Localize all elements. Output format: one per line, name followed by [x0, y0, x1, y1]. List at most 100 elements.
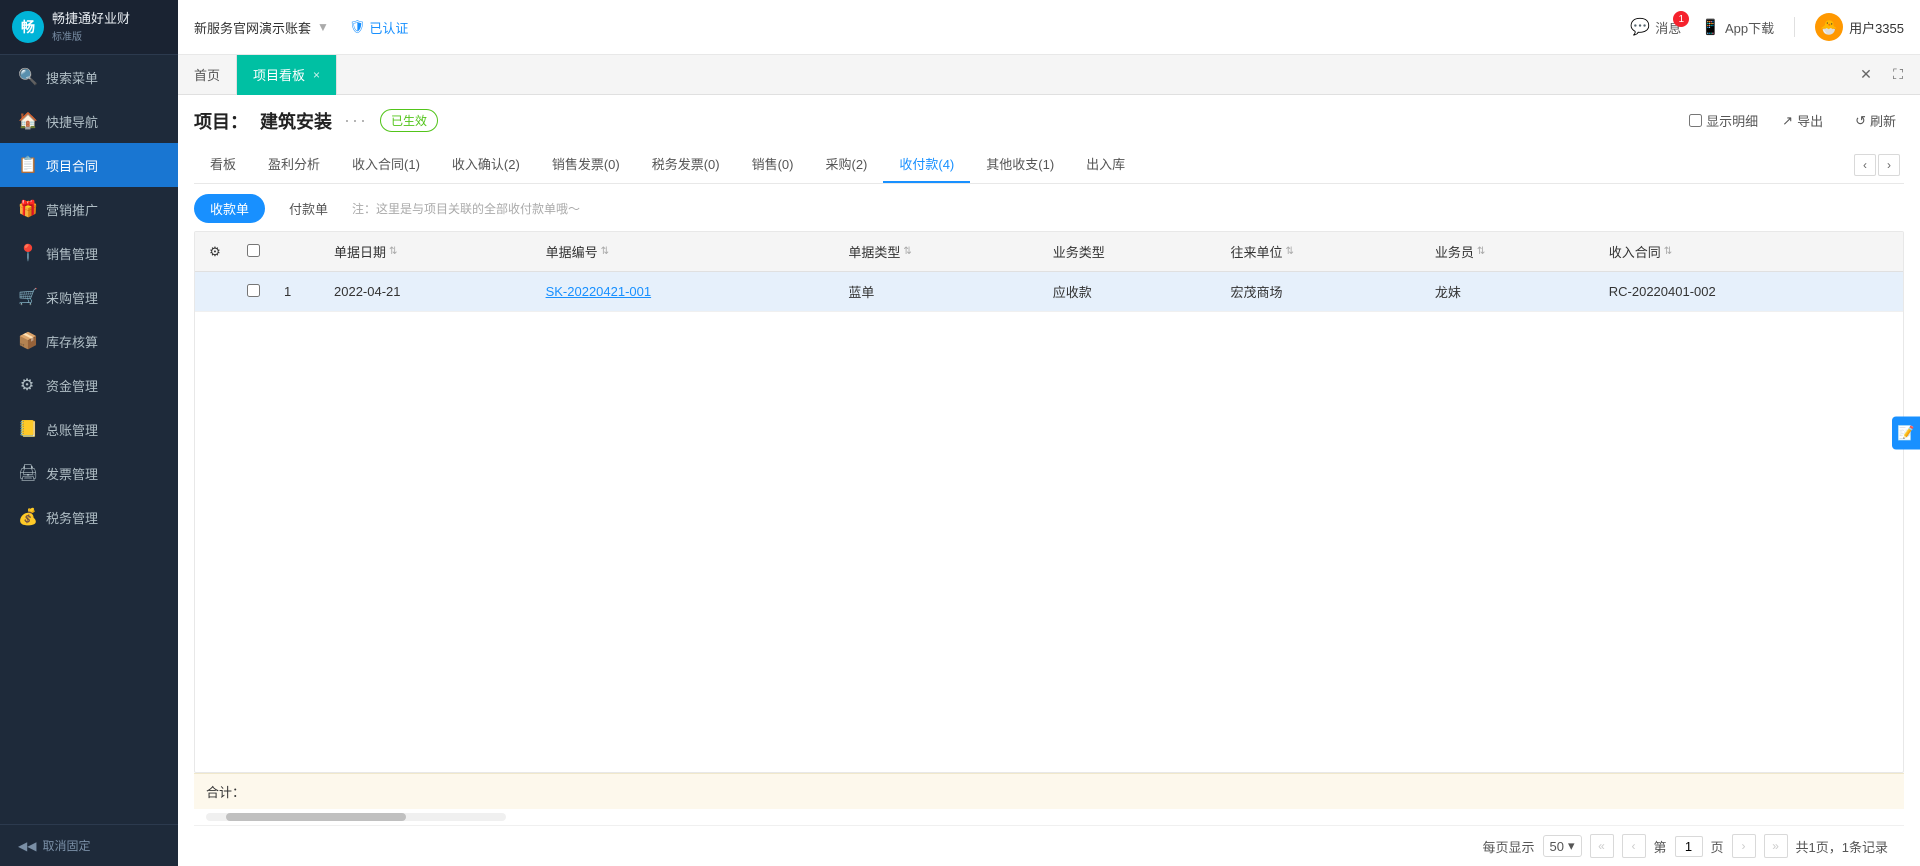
- sidebar: 畅 畅捷通好业财 标准版 🔍 搜索菜单 🏠 快捷导航 📋 项目合同 🎁 营销推广…: [0, 0, 178, 866]
- topbar-app-download[interactable]: 📱 App下载: [1701, 18, 1774, 37]
- table-row[interactable]: 1 2022-04-21 SK-20220421-001 蓝单: [195, 272, 1903, 312]
- sidebar-item-ledger[interactable]: 📒 总账管理: [0, 407, 178, 451]
- data-table-wrapper: ⚙ 单据日期 ⇅: [194, 231, 1904, 773]
- next-page-button[interactable]: ›: [1732, 834, 1756, 858]
- sidebar-scroll: 🔍 搜索菜单 🏠 快捷导航 📋 项目合同 🎁 营销推广 📍 销售管理 🛒 采购管…: [0, 55, 178, 824]
- topbar-messages[interactable]: 💬 消息 1: [1630, 17, 1681, 37]
- topbar-cert: 🛡 已认证: [349, 18, 409, 37]
- project-more-icon[interactable]: ···: [344, 110, 368, 131]
- inner-tab-collection[interactable]: 收款单: [194, 194, 265, 223]
- settings-col-header[interactable]: ⚙: [195, 232, 235, 272]
- partner-sort-icon: ⇅: [1285, 246, 1293, 257]
- content-area: 首页 项目看板 × ✕ ⛶ 项目： 建筑安装 ··· 已生效: [178, 55, 1920, 866]
- tab-close-icon[interactable]: ×: [313, 68, 320, 82]
- cert-label: 已认证: [369, 18, 408, 37]
- first-page-button[interactable]: «: [1590, 834, 1614, 858]
- sidebar-item-marketing[interactable]: 🎁 营销推广: [0, 187, 178, 231]
- type-sort-icon: ⇅: [903, 246, 911, 257]
- per-page-select[interactable]: 50 ▾: [1543, 835, 1582, 857]
- total-records-label: 共1页，1条记录: [1796, 837, 1888, 856]
- sidebar-item-invoice[interactable]: 🖨 发票管理: [0, 451, 178, 495]
- biz-type-col-header: 业务类型: [1041, 232, 1219, 272]
- page-end-label: 页: [1711, 837, 1724, 856]
- sub-tabs: 看板 盈利分析 收入合同(1) 收入确认(2) 销售发票(0) 税务发票(0): [194, 146, 1904, 184]
- select-all-checkbox[interactable]: [247, 244, 260, 257]
- partner-col-header[interactable]: 往来单位 ⇅: [1218, 232, 1422, 272]
- tabs-bar: 首页 项目看板 × ✕ ⛶: [178, 55, 1920, 95]
- sub-tab-income-confirm[interactable]: 收入确认(2): [436, 146, 536, 183]
- date-col-header[interactable]: 单据日期 ⇅: [322, 232, 534, 272]
- sub-tab-kanban[interactable]: 看板: [194, 146, 252, 183]
- income-contract-sort-icon: ⇅: [1664, 246, 1672, 257]
- row-income-contract-cell: RC-20220401-002: [1597, 272, 1903, 312]
- last-page-button[interactable]: »: [1764, 834, 1788, 858]
- project-header: 项目： 建筑安装 ··· 已生效 显示明细 ↗ 导出 ↺ 刷新: [194, 107, 1904, 134]
- row-code-link[interactable]: SK-20220421-001: [546, 284, 652, 299]
- topbar-user[interactable]: 🐣 用户3355: [1815, 13, 1904, 41]
- search-icon: 🔍: [18, 67, 36, 87]
- page-input[interactable]: [1675, 836, 1703, 857]
- row-biz-type-cell: 应收款: [1041, 272, 1219, 312]
- sub-tab-sales-invoice[interactable]: 销售发票(0): [536, 146, 636, 183]
- row-settings-cell: [195, 272, 235, 312]
- sidebar-item-sales[interactable]: 📍 销售管理: [0, 231, 178, 275]
- maximize-window-button[interactable]: ⛶: [1884, 61, 1912, 89]
- topbar-right: 💬 消息 1 📱 App下载 🐣 用户3355: [1630, 13, 1904, 41]
- show-detail-checkbox[interactable]: 显示明细: [1689, 111, 1758, 130]
- refresh-button[interactable]: ↺ 刷新: [1847, 107, 1904, 134]
- tab-project-board[interactable]: 项目看板 ×: [237, 55, 337, 95]
- home-icon: 🏠: [18, 111, 36, 131]
- sidebar-item-capital[interactable]: ⚙ 资金管理: [0, 363, 178, 407]
- sub-tab-warehouse[interactable]: 出入库: [1070, 146, 1141, 183]
- sub-tabs-prev-arrow[interactable]: ‹: [1854, 154, 1876, 176]
- sidebar-item-search[interactable]: 🔍 搜索菜单: [0, 55, 178, 99]
- row-type-cell: 蓝单: [836, 272, 1040, 312]
- income-contract-col-header[interactable]: 收入合同 ⇅: [1597, 232, 1903, 272]
- row-checkbox[interactable]: [247, 284, 260, 297]
- sub-tabs-next-arrow[interactable]: ›: [1878, 154, 1900, 176]
- pin-icon: 📍: [18, 243, 36, 263]
- sidebar-unpin[interactable]: ◀◀ 取消固定: [0, 824, 178, 866]
- sidebar-item-quicknav[interactable]: 🏠 快捷导航: [0, 99, 178, 143]
- salesman-col-header[interactable]: 业务员 ⇅: [1423, 232, 1597, 272]
- table-scrollbar-row: [194, 809, 1904, 825]
- gear-icon: ⚙: [18, 375, 36, 395]
- sub-tab-tax-invoice[interactable]: 税务发票(0): [636, 146, 736, 183]
- refresh-label: 刷新: [1870, 111, 1896, 130]
- row-checkbox-cell: [235, 272, 272, 312]
- sidebar-item-contract[interactable]: 📋 项目合同: [0, 143, 178, 187]
- show-detail-label: 显示明细: [1706, 111, 1758, 130]
- sub-tab-sales[interactable]: 销售(0): [736, 146, 810, 183]
- right-side-panel-button[interactable]: 📝: [1892, 417, 1920, 450]
- sub-tab-collection[interactable]: 收付款(4): [883, 146, 970, 183]
- app-download-label: App下载: [1725, 18, 1774, 37]
- unpin-label: 取消固定: [42, 837, 90, 854]
- scrollbar-thumb[interactable]: [226, 813, 406, 821]
- sub-tab-other-income[interactable]: 其他收支(1): [970, 146, 1070, 183]
- money-icon: 💰: [18, 507, 36, 527]
- sub-tab-purchase[interactable]: 采购(2): [809, 146, 883, 183]
- sub-tab-income-contract[interactable]: 收入合同(1): [336, 146, 436, 183]
- inner-tab-payment[interactable]: 付款单: [273, 194, 344, 223]
- type-col-header[interactable]: 单据类型 ⇅: [836, 232, 1040, 272]
- close-window-button[interactable]: ✕: [1852, 61, 1880, 89]
- sub-tabs-arrows: ‹ ›: [1854, 154, 1904, 176]
- prev-page-button[interactable]: ‹: [1622, 834, 1646, 858]
- tab-home[interactable]: 首页: [178, 55, 237, 95]
- code-col-header[interactable]: 单据编号 ⇅: [534, 232, 837, 272]
- sidebar-logo: 畅 畅捷通好业财 标准版: [0, 0, 178, 55]
- topbar-project[interactable]: 新服务官网演示账套 ▼: [194, 18, 329, 37]
- project-label-text: 项目：: [194, 108, 248, 134]
- sidebar-item-tax[interactable]: 💰 税务管理: [0, 495, 178, 539]
- detail-checkbox-input[interactable]: [1689, 114, 1702, 127]
- sidebar-item-inventory[interactable]: 📦 库存核算: [0, 319, 178, 363]
- export-button[interactable]: ↗ 导出: [1774, 107, 1831, 134]
- app-name-block: 畅捷通好业财 标准版: [52, 11, 130, 43]
- horizontal-scrollbar[interactable]: [206, 813, 506, 821]
- sidebar-item-purchase[interactable]: 🛒 采购管理: [0, 275, 178, 319]
- tabs-actions: ✕ ⛶: [1852, 61, 1920, 89]
- sub-tab-profit[interactable]: 盈利分析: [252, 146, 336, 183]
- salesman-sort-icon: ⇅: [1477, 246, 1485, 257]
- per-page-dropdown-icon: ▾: [1568, 838, 1575, 854]
- sidebar-item-label: 库存核算: [46, 332, 98, 351]
